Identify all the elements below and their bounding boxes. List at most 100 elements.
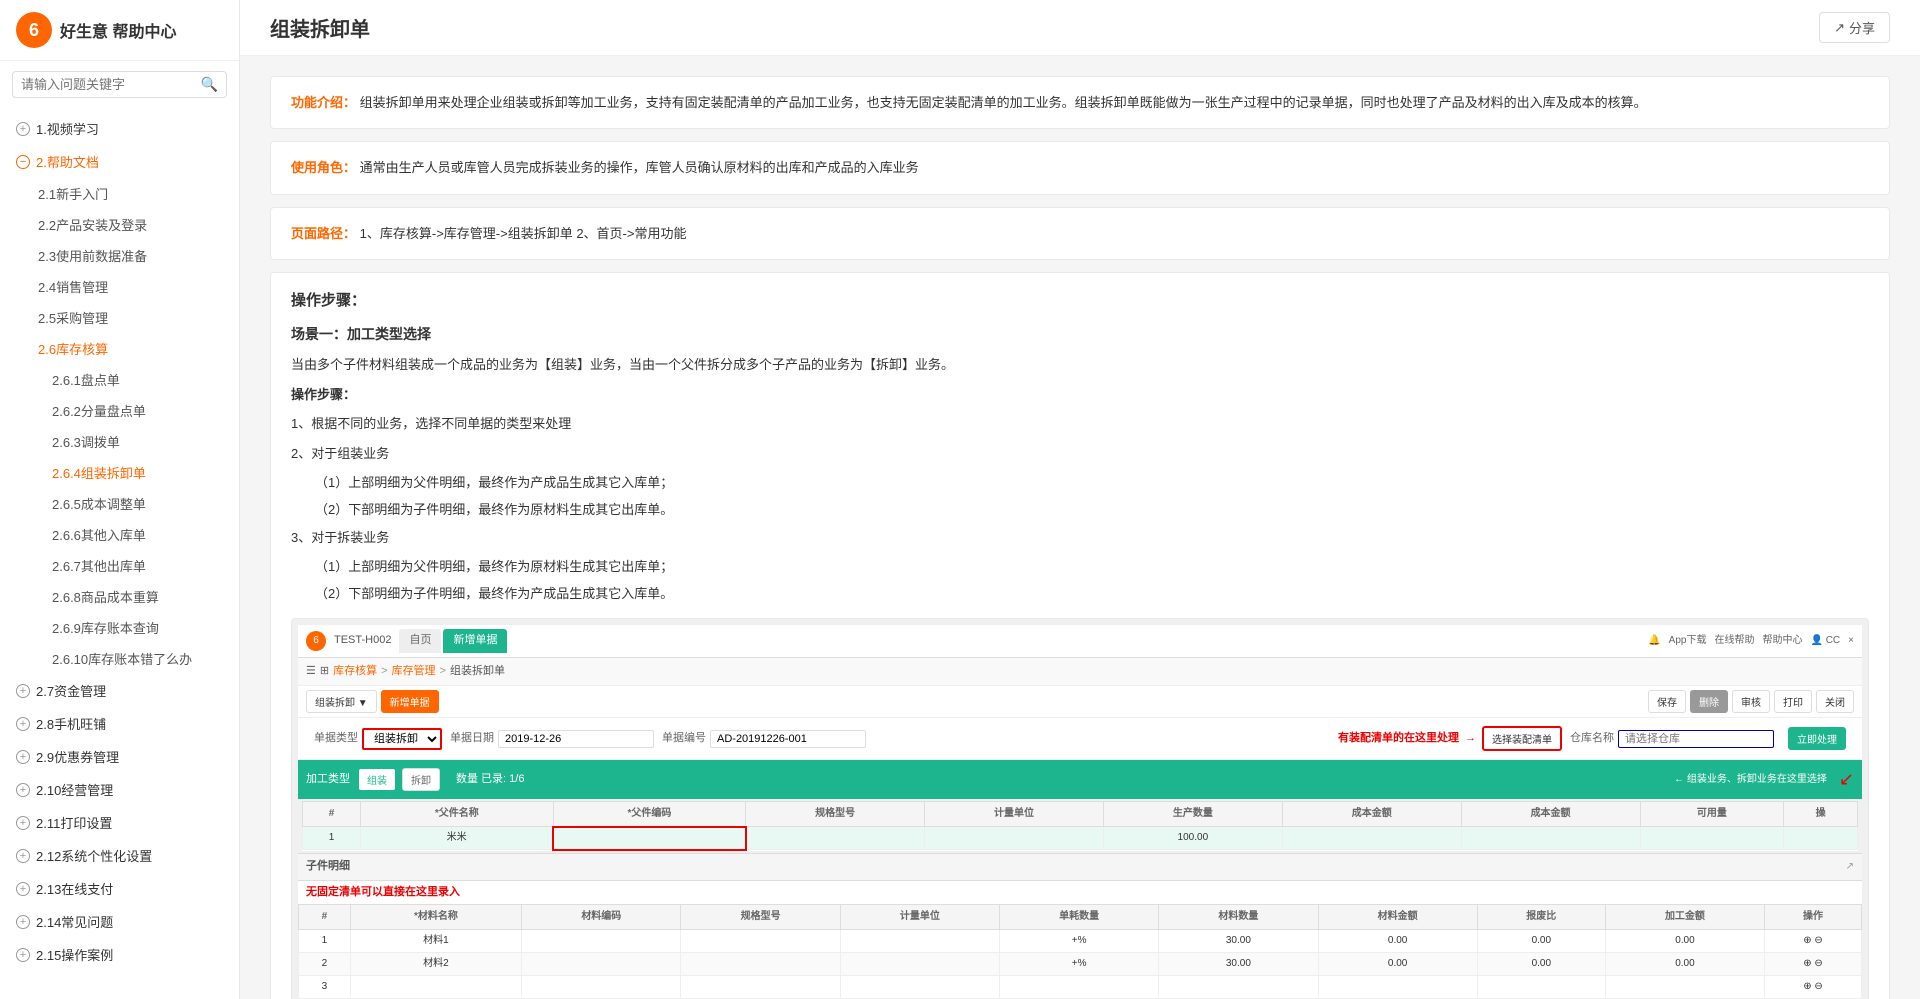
sidebar-item-cases[interactable]: + 2.15操作案例 [0, 938, 239, 971]
path-block: 页面路径： 1、库存核算->库存管理->组装拆卸单 2、首页->常用功能 [270, 207, 1890, 260]
step3: 3、对于拆装业务 [291, 526, 1869, 549]
sidebar-item-finance[interactable]: + 2.7资金管理 [0, 674, 239, 707]
nav-section: + 1.视频学习 − 2.帮助文档 2.1新手入门 2.2产品安装及登录 2.3… [0, 108, 239, 975]
step2-1: （1）上部明细为父件明细，最终作为产成品生成其它入库单； [315, 471, 1869, 494]
function-intro-label: 功能介绍： [291, 95, 356, 110]
sidebar-item-prepare[interactable]: 2.3使用前数据准备 [0, 240, 239, 271]
user-role-block: 使用角色： 通常由生产人员或库管人员完成拆装业务的操作，库管人员确认原材料的出库… [270, 141, 1890, 194]
ss-form-row: 单据类型 组装拆卸 单据日期 单据编号 [306, 722, 1854, 755]
ss-btn-delete[interactable]: 删除 [1690, 690, 1728, 713]
sidebar-item-inventory[interactable]: 2.6库存核算 [0, 333, 239, 364]
expand-icon-biz: + [16, 783, 30, 797]
ss-doctype-select[interactable]: 组装拆卸 [362, 728, 442, 750]
sidebar-item-mobile[interactable]: + 2.8手机旺铺 [0, 707, 239, 740]
ops-title: 操作步骤： [291, 287, 1869, 314]
table-row: 2 材料2 +% 30.00 0.00 0.00 0.00 [299, 953, 1862, 976]
sidebar-item-other-in[interactable]: 2.6.6其他入库单 [0, 519, 239, 550]
ss-docno-input[interactable] [710, 730, 866, 748]
ss-warehouse-input[interactable] [1618, 730, 1774, 748]
ss-date-input[interactable] [498, 730, 654, 748]
sidebar-item-faq[interactable]: + 2.14常见问题 [0, 905, 239, 938]
ops-block: 操作步骤： 场景一：加工类型选择 当由多个子件材料组装成一个成品的业务为【组装】… [270, 272, 1890, 999]
ss-annotation-1: 有装配清单的在这里处理 [1338, 729, 1459, 749]
sidebar-item-custom[interactable]: + 2.12系统个性化设置 [0, 839, 239, 872]
path-text: 1、库存核算->库存管理->组装拆卸单 2、首页->常用功能 [360, 226, 687, 241]
ss-parent-table-area: # *父件名称 *父件编码 规格型号 计量单位 生产数量 成本金额 成本金额 可… [302, 801, 1858, 851]
table-row: 1 材料1 +% 30.00 0.00 0.00 0.00 [299, 930, 1862, 953]
sidebar-item-coupon[interactable]: + 2.9优惠券管理 [0, 740, 239, 773]
path-label: 页面路径： [291, 226, 356, 241]
sidebar-item-assembly[interactable]: 2.6.4组装拆卸单 [0, 457, 239, 488]
expand-icon-mobile: + [16, 717, 30, 731]
step1: 1、根据不同的业务，选择不同单据的类型来处理 [291, 412, 1869, 435]
ss-type-btns[interactable]: 组装 拆卸 [358, 768, 440, 791]
ss-tabs[interactable]: 自页 新增单据 [399, 629, 507, 653]
sidebar-item-new-user[interactable]: 2.1新手入门 [0, 178, 239, 209]
step2-2: （2）下部明细为子件明细，最终作为原材料生成其它出库单。 [315, 498, 1869, 521]
ss-form-date: 单据日期 [450, 729, 654, 749]
ss-type-assembly[interactable]: 组装 [358, 768, 396, 791]
sidebar-item-split-stock[interactable]: 2.6.2分量盘点单 [0, 395, 239, 426]
ss-btn-new-doc[interactable]: 新增单据 [381, 690, 439, 713]
ss-annotation-1-area: 有装配清单的在这里处理 → 选择装配清单 [1338, 726, 1562, 751]
ss-toolbar-right: 保存 删除 审核 打印 关闭 [1648, 690, 1854, 713]
app-title: 好生意 帮助中心 [60, 18, 176, 42]
expand-icon-cases: + [16, 948, 30, 962]
share-button[interactable]: ↗ 分享 [1819, 12, 1890, 43]
step2: 2、对于组装业务 [291, 442, 1869, 465]
search-box[interactable]: 🔍 [12, 71, 227, 98]
sidebar-item-ledger-query[interactable]: 2.6.9库存账本查询 [0, 612, 239, 643]
ss-child-table-wrapper: 无固定清单可以直接在这里录入 # *材料名称 材料编码 规格型号 计量单位 单耗… [298, 881, 1862, 999]
page-title: 组装拆卸单 [270, 13, 370, 42]
share-icon: ↗ [1834, 20, 1845, 36]
ss-btn-save[interactable]: 保存 [1648, 690, 1686, 713]
topbar: 组装拆卸单 ↗ 分享 [240, 0, 1920, 56]
function-intro-block: 功能介绍： 组装拆卸单用来处理企业组装或拆卸等加工业务，支持有固定装配清单的产品… [270, 76, 1890, 129]
ss-form-doctype: 单据类型 组装拆卸 [314, 728, 442, 750]
sidebar-item-ledger-error[interactable]: 2.6.10库存账本错了么办 [0, 643, 239, 674]
sidebar-item-print[interactable]: + 2.11打印设置 [0, 806, 239, 839]
app-logo: 6 [16, 12, 52, 48]
sidebar-item-cost-adjust[interactable]: 2.6.5成本调整单 [0, 488, 239, 519]
sidebar-item-other-out[interactable]: 2.6.7其他出库单 [0, 550, 239, 581]
ss-topbar: 6 TEST-H002 自页 新增单据 🔔 App下载 在线帮助 帮助中心 [298, 625, 1862, 658]
ss-form-docno: 单据编号 [662, 729, 866, 749]
expand-icon-finance: + [16, 684, 30, 698]
sidebar-item-biz[interactable]: + 2.10经营管理 [0, 773, 239, 806]
sidebar-item-payment[interactable]: + 2.13在线支付 [0, 872, 239, 905]
user-role-text: 通常由生产人员或库管人员完成拆装业务的操作，库管人员确认原材料的出库和产成品的入… [360, 160, 919, 175]
expand-icon: + [16, 122, 30, 136]
ss-btn-new-type[interactable]: 组装拆卸 ▼ [306, 690, 377, 713]
sidebar-item-video[interactable]: + 1.视频学习 [0, 112, 239, 145]
sidebar-item-stocktake[interactable]: 2.6.1盘点单 [0, 364, 239, 395]
ss-window-title: TEST-H002 [334, 631, 391, 651]
sidebar-item-adjust[interactable]: 2.6.3调拨单 [0, 426, 239, 457]
sidebar-item-purchase[interactable]: 2.5采购管理 [0, 302, 239, 333]
expand-icon-coupon: + [16, 750, 30, 764]
sidebar-item-sales[interactable]: 2.4销售管理 [0, 271, 239, 302]
sidebar-item-docs[interactable]: − 2.帮助文档 [0, 145, 239, 178]
ss-btn-approve[interactable]: 审核 [1732, 690, 1770, 713]
sidebar-item-install[interactable]: 2.2产品安装及登录 [0, 209, 239, 240]
ss-tab-home[interactable]: 自页 [399, 629, 441, 653]
search-icon[interactable]: 🔍 [201, 76, 218, 93]
expand-icon-payment: + [16, 882, 30, 896]
ss-logo: 6 [306, 631, 326, 651]
parent-code-cell[interactable] [553, 827, 746, 850]
search-input[interactable] [21, 77, 201, 92]
user-role-label: 使用角色： [291, 160, 356, 175]
ss-process-btn[interactable]: 立即处理 [1788, 727, 1846, 750]
ss-type-disassembly[interactable]: 拆卸 [402, 768, 440, 791]
step3-2: （2）下部明细为子件明细，最终作为产成品生成其它入库单。 [315, 582, 1869, 605]
step3-1: （1）上部明细为父件明细，最终作为原材料生成其它出库单； [315, 555, 1869, 578]
ss-nav-items: 🔔 App下载 在线帮助 帮助中心 👤 CC × [1648, 632, 1854, 650]
ss-breadcrumb: ☰ ⊞ 库存核算 > 库存管理 > 组装拆卸单 [298, 658, 1862, 687]
sidebar-item-cost-recalc[interactable]: 2.6.8商品成本重算 [0, 581, 239, 612]
ss-parent-table: # *父件名称 *父件编码 规格型号 计量单位 生产数量 成本金额 成本金额 可… [302, 801, 1858, 851]
ss-bom-btn[interactable]: 选择装配清单 [1482, 726, 1562, 751]
ss-btn-close[interactable]: 关闭 [1816, 690, 1854, 713]
ss-tab-new[interactable]: 新增单据 [443, 629, 507, 653]
screenshot-inner: 6 TEST-H002 自页 新增单据 🔔 App下载 在线帮助 帮助中心 [292, 619, 1868, 999]
ss-btn-print[interactable]: 打印 [1774, 690, 1812, 713]
main-area: 组装拆卸单 ↗ 分享 功能介绍： 组装拆卸单用来处理企业组装或拆卸等加工业务，支… [240, 0, 1920, 999]
